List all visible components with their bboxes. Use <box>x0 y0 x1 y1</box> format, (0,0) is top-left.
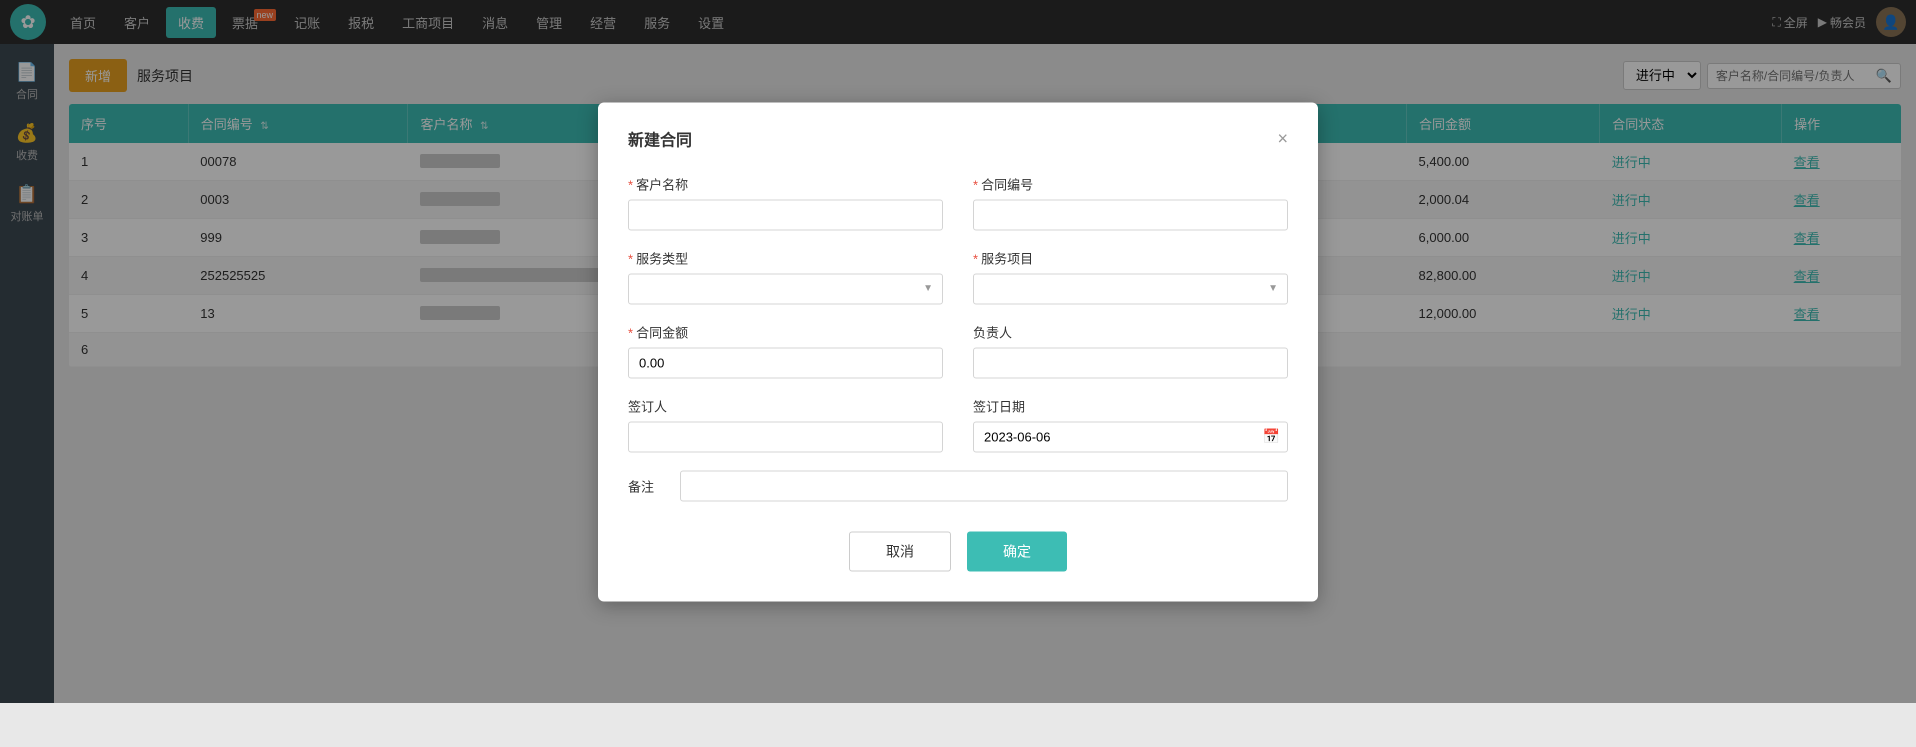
modal-header: 新建合同 × <box>628 126 1288 150</box>
modal-footer: 取消 确定 <box>628 531 1288 571</box>
service-type-field: *服务类型 <box>628 248 943 304</box>
confirm-button[interactable]: 确定 <box>967 531 1067 571</box>
sign-date-field: 签订日期 📅 <box>973 396 1288 452</box>
notes-field: 备注 <box>628 470 1288 501</box>
signer-field: 签订人 <box>628 396 943 452</box>
notes-input[interactable] <box>680 470 1288 501</box>
sign-date-label: 签订日期 <box>973 396 1288 415</box>
form-grid: *客户名称 *合同编号 *服务类型 *服务项目 <box>628 174 1288 501</box>
close-icon[interactable]: × <box>1277 129 1288 147</box>
service-item-field: *服务项目 <box>973 248 1288 304</box>
service-item-select-wrapper <box>973 273 1288 304</box>
service-type-label: *服务类型 <box>628 248 943 267</box>
responsible-person-field: 负责人 <box>973 322 1288 378</box>
responsible-person-label: 负责人 <box>973 322 1288 341</box>
contract-amount-input[interactable] <box>628 347 943 378</box>
contract-no-field: *合同编号 <box>973 174 1288 230</box>
sign-date-wrapper: 📅 <box>973 421 1288 452</box>
new-contract-modal: 新建合同 × *客户名称 *合同编号 *服务类型 <box>598 102 1318 601</box>
notes-label: 备注 <box>628 476 670 495</box>
modal-title: 新建合同 <box>628 126 692 150</box>
customer-name-input[interactable] <box>628 199 943 230</box>
service-item-select[interactable] <box>973 273 1288 304</box>
service-item-label: *服务项目 <box>973 248 1288 267</box>
contract-no-label: *合同编号 <box>973 174 1288 193</box>
contract-amount-label: *合同金额 <box>628 322 943 341</box>
calendar-icon[interactable]: 📅 <box>1263 428 1280 445</box>
sign-date-input[interactable] <box>973 421 1288 452</box>
customer-name-label: *客户名称 <box>628 174 943 193</box>
customer-name-field: *客户名称 <box>628 174 943 230</box>
service-type-select-wrapper <box>628 273 943 304</box>
cancel-button[interactable]: 取消 <box>849 531 951 571</box>
signer-input[interactable] <box>628 421 943 452</box>
service-type-select[interactable] <box>628 273 943 304</box>
responsible-person-input[interactable] <box>973 347 1288 378</box>
signer-label: 签订人 <box>628 396 943 415</box>
contract-no-input[interactable] <box>973 199 1288 230</box>
contract-amount-field: *合同金额 <box>628 322 943 378</box>
